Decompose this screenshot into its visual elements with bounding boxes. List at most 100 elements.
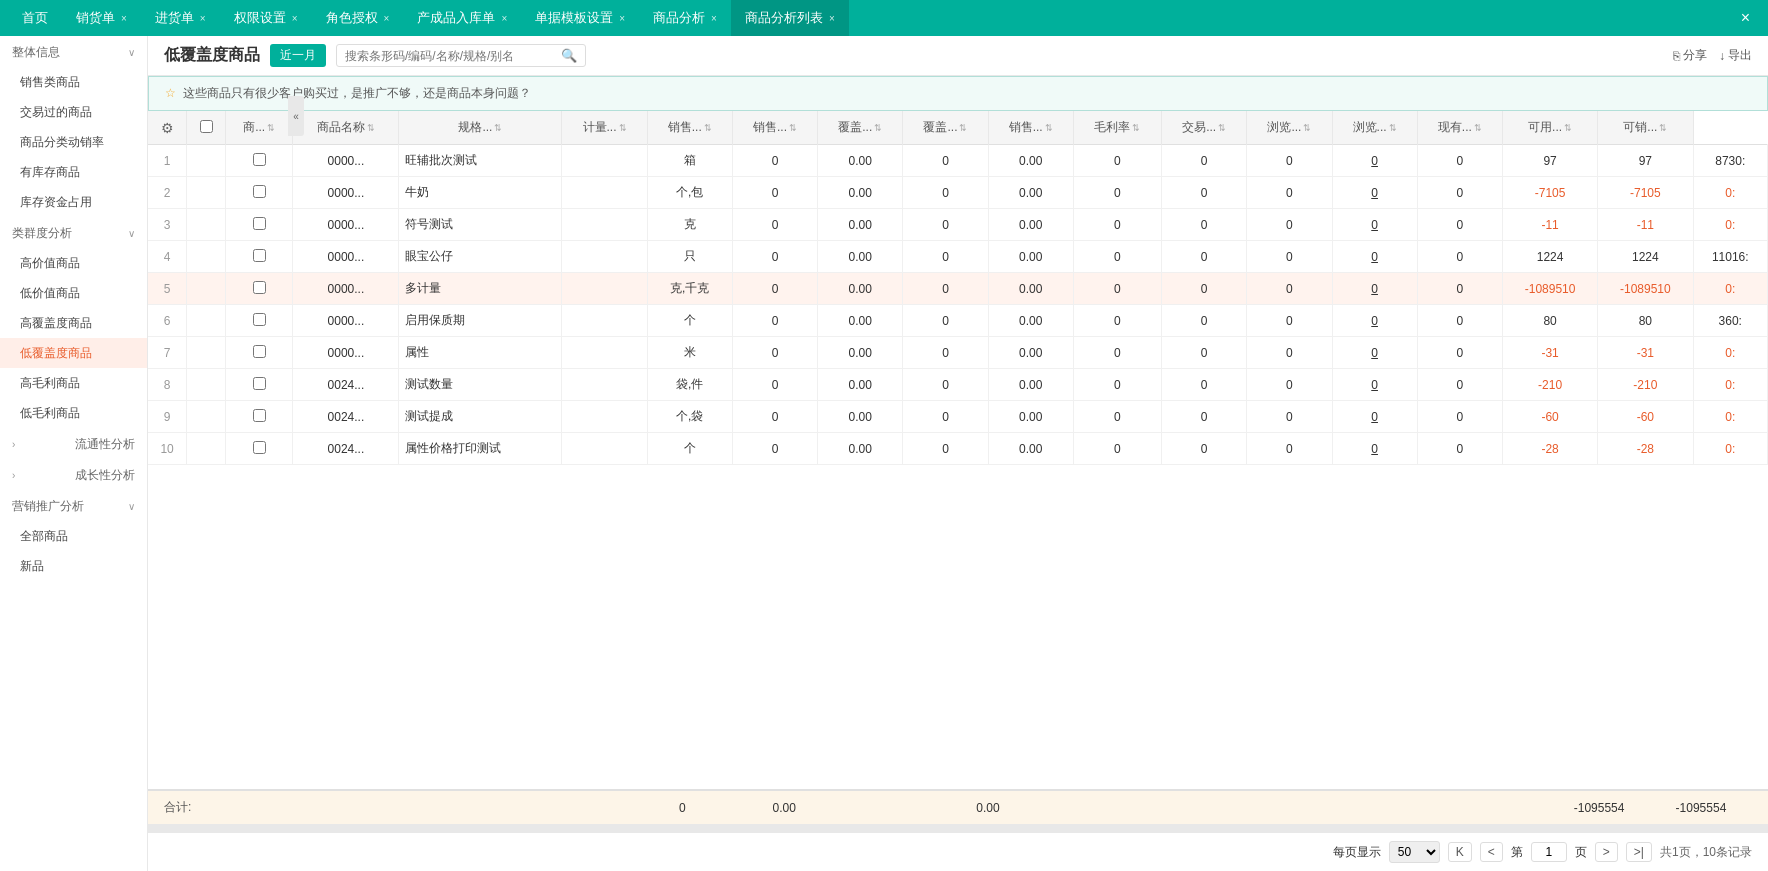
sidebar-item-sales-goods[interactable]: 销售类商品 <box>0 67 147 97</box>
col-sales-amount[interactable]: 销售...⇅ <box>732 111 817 145</box>
browse1-link[interactable]: 0 <box>1371 218 1378 232</box>
row-checkbox[interactable] <box>253 345 266 358</box>
sidebar-section-flow[interactable]: › 流通性分析 <box>0 428 147 459</box>
row-checkbox-cell[interactable] <box>226 369 293 401</box>
col-spec[interactable]: 规格...⇅ <box>399 111 562 145</box>
export-button[interactable]: ↓ 导出 <box>1719 47 1752 64</box>
sidebar-item-low-value[interactable]: 低价值商品 <box>0 278 147 308</box>
row-checkbox[interactable] <box>253 377 266 390</box>
next-page-button[interactable]: > <box>1595 842 1618 862</box>
row-checkbox-cell[interactable] <box>226 177 293 209</box>
row-settings-btn[interactable] <box>187 177 226 209</box>
period-button[interactable]: 近一月 <box>270 44 326 67</box>
nav-tab-sales[interactable]: 销货单 × <box>62 0 141 36</box>
close-icon[interactable]: × <box>384 13 390 24</box>
col-browse2[interactable]: 浏览...⇅ <box>1332 111 1417 145</box>
row-browse1[interactable]: 0 <box>1332 273 1417 305</box>
row-checkbox-cell[interactable] <box>226 401 293 433</box>
search-input[interactable] <box>345 49 557 63</box>
sidebar-item-new-goods[interactable]: 新品 <box>0 551 147 581</box>
nav-tab-products[interactable]: 产成品入库单 × <box>403 0 521 36</box>
nav-tab-analysis-list[interactable]: 商品分析列表 × <box>731 0 849 36</box>
row-checkbox[interactable] <box>253 441 266 454</box>
sidebar-section-cluster[interactable]: 类群度分析 ∨ <box>0 217 147 248</box>
row-checkbox[interactable] <box>253 281 266 294</box>
row-settings-btn[interactable] <box>187 305 226 337</box>
sidebar-section-growth[interactable]: › 成长性分析 <box>0 459 147 490</box>
sidebar-item-low-margin[interactable]: 低毛利商品 <box>0 398 147 428</box>
browse1-link[interactable]: 0 <box>1371 314 1378 328</box>
row-browse1[interactable]: 0 <box>1332 209 1417 241</box>
browse1-link[interactable]: 0 <box>1371 378 1378 392</box>
row-browse1[interactable]: 0 <box>1332 337 1417 369</box>
row-browse1[interactable]: 0 <box>1332 401 1417 433</box>
col-browse1[interactable]: 浏览...⇅ <box>1247 111 1332 145</box>
col-code[interactable]: 商...⇅ <box>226 111 293 145</box>
last-page-button[interactable]: >| <box>1626 842 1652 862</box>
browse1-link[interactable]: 0 <box>1371 346 1378 360</box>
col-name[interactable]: 商品名称⇅ <box>293 111 399 145</box>
page-input[interactable] <box>1531 842 1567 862</box>
browse1-link[interactable]: 0 <box>1371 154 1378 168</box>
sidebar-section-overall[interactable]: 整体信息 ∨ <box>0 36 147 67</box>
row-settings-btn[interactable] <box>187 273 226 305</box>
close-icon[interactable]: × <box>711 13 717 24</box>
horizontal-scrollbar[interactable] <box>148 824 1768 832</box>
close-icon[interactable]: × <box>501 13 507 24</box>
col-coverage1[interactable]: 覆盖...⇅ <box>818 111 903 145</box>
row-checkbox[interactable] <box>253 185 266 198</box>
row-settings-btn[interactable] <box>187 433 226 465</box>
close-icon[interactable]: × <box>200 13 206 24</box>
col-sales-count[interactable]: 销售...⇅ <box>647 111 732 145</box>
sidebar-item-category-rate[interactable]: 商品分类动销率 <box>0 127 147 157</box>
col-coverage2[interactable]: 覆盖...⇅ <box>903 111 988 145</box>
settings-icon[interactable]: ⚙ <box>161 120 174 136</box>
nav-tab-home[interactable]: 首页 <box>8 0 62 36</box>
col-available[interactable]: 可用...⇅ <box>1502 111 1597 145</box>
share-button[interactable]: ⎘ 分享 <box>1673 47 1707 64</box>
col-trade[interactable]: 交易...⇅ <box>1162 111 1247 145</box>
row-settings-btn[interactable] <box>187 145 226 177</box>
row-checkbox-cell[interactable] <box>226 433 293 465</box>
browse1-link[interactable]: 0 <box>1371 442 1378 456</box>
row-checkbox-cell[interactable] <box>226 209 293 241</box>
row-settings-btn[interactable] <box>187 337 226 369</box>
col-current[interactable]: 现有...⇅ <box>1417 111 1502 145</box>
row-settings-btn[interactable] <box>187 209 226 241</box>
sidebar-item-all-goods[interactable]: 全部商品 <box>0 521 147 551</box>
row-checkbox[interactable] <box>253 153 266 166</box>
select-all-checkbox[interactable] <box>200 120 213 133</box>
row-checkbox[interactable] <box>253 409 266 422</box>
close-icon[interactable]: × <box>121 13 127 24</box>
sidebar-item-high-margin[interactable]: 高毛利商品 <box>0 368 147 398</box>
row-browse1[interactable]: 0 <box>1332 369 1417 401</box>
row-checkbox[interactable] <box>253 217 266 230</box>
sidebar-collapse-button[interactable]: « <box>288 96 304 136</box>
row-checkbox-cell[interactable] <box>226 305 293 337</box>
row-checkbox-cell[interactable] <box>226 145 293 177</box>
col-checkbox[interactable] <box>187 111 226 145</box>
sidebar-item-traded-goods[interactable]: 交易过的商品 <box>0 97 147 127</box>
row-checkbox[interactable] <box>253 249 266 262</box>
col-gross-rate[interactable]: 毛利率⇅ <box>1073 111 1161 145</box>
close-icon[interactable]: × <box>292 13 298 24</box>
col-sales-xxx[interactable]: 销售...⇅ <box>988 111 1073 145</box>
row-checkbox-cell[interactable] <box>226 273 293 305</box>
browse1-link[interactable]: 0 <box>1371 250 1378 264</box>
per-page-select[interactable]: 50 20 100 200 <box>1389 841 1440 863</box>
row-checkbox-cell[interactable] <box>226 241 293 273</box>
nav-tab-templates[interactable]: 单据模板设置 × <box>521 0 639 36</box>
sidebar-item-stocked-goods[interactable]: 有库存商品 <box>0 157 147 187</box>
row-settings-btn[interactable] <box>187 369 226 401</box>
close-all-button[interactable]: × <box>1731 9 1760 27</box>
row-browse1[interactable]: 0 <box>1332 433 1417 465</box>
browse1-link[interactable]: 0 <box>1371 282 1378 296</box>
sidebar-item-high-value[interactable]: 高价值商品 <box>0 248 147 278</box>
sidebar-item-capital[interactable]: 库存资金占用 <box>0 187 147 217</box>
row-settings-btn[interactable] <box>187 401 226 433</box>
row-browse1[interactable]: 0 <box>1332 177 1417 209</box>
nav-tab-permissions[interactable]: 权限设置 × <box>220 0 312 36</box>
row-browse1[interactable]: 0 <box>1332 305 1417 337</box>
row-browse1[interactable]: 0 <box>1332 145 1417 177</box>
sidebar-item-low-coverage[interactable]: 低覆盖度商品 <box>0 338 147 368</box>
